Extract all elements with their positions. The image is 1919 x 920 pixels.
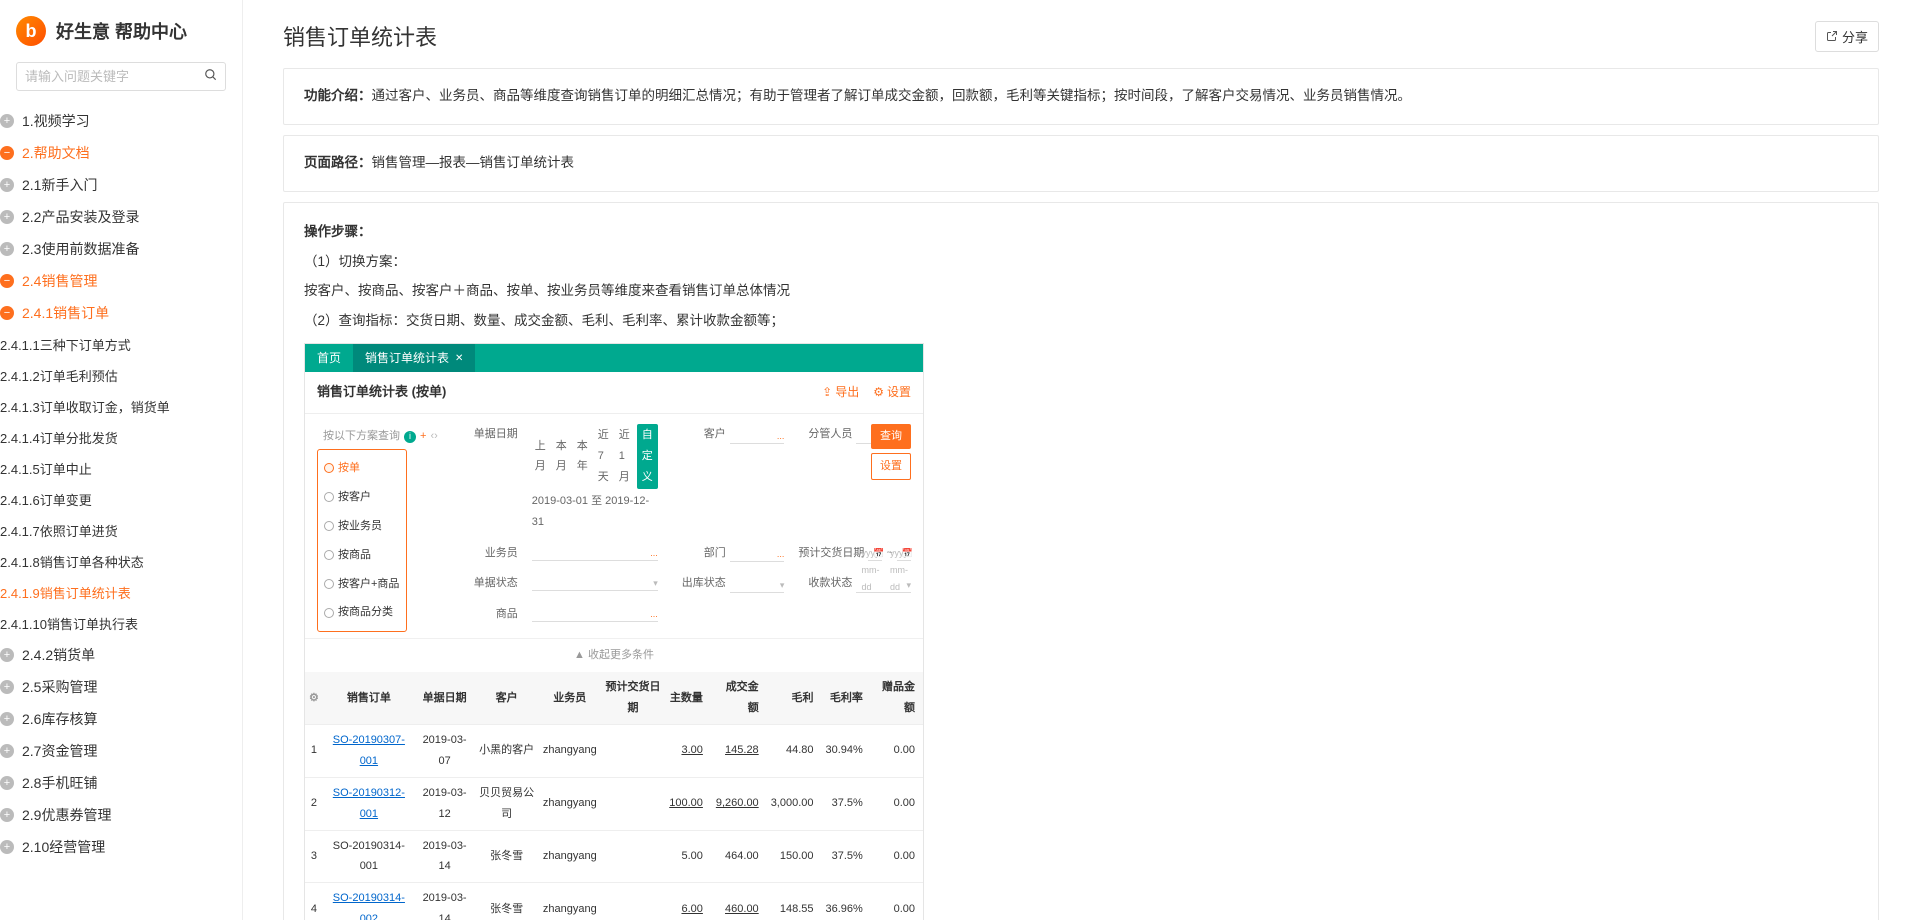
gear-icon: ⚙ [305,672,323,724]
goods-input: ... [532,604,658,622]
app-logo-icon: b [16,16,46,46]
nav-2-2[interactable]: +2.2产品安装及登录 [0,201,242,233]
collapse-icon[interactable]: − [0,274,14,288]
expand-icon[interactable]: + [0,840,14,854]
customer-input: ... [730,426,785,444]
expand-icon[interactable]: + [0,178,14,192]
expand-icon[interactable]: + [0,744,14,758]
outstatus-input: ▾ [730,575,785,593]
nav-2-4[interactable]: −2.4销售管理 [0,265,242,297]
nav-2-3[interactable]: +2.3使用前数据准备 [0,233,242,265]
collapse-bar: ▲ 收起更多条件 [305,638,923,672]
nav-2-10[interactable]: +2.10经营管理 [0,831,242,863]
expand-icon[interactable]: + [0,114,14,128]
main-content: 销售订单统计表 分享 功能介绍：通过客户、业务员、商品等维度查询销售订单的明细汇… [243,0,1919,920]
expand-icon[interactable]: + [0,680,14,694]
expand-icon[interactable]: + [0,712,14,726]
filter-label: 单据日期 [464,424,518,445]
search-box [16,62,226,91]
nav-2-7[interactable]: +2.7资金管理 [0,735,242,767]
nav-2-6[interactable]: +2.6库存核算 [0,703,242,735]
sales-input: ... [532,543,658,561]
sidebar: b 好生意 帮助中心 +1.视频学习 −2.帮助文档 +2.1新手入门 +2.2… [0,0,243,920]
share-button[interactable]: 分享 [1815,21,1879,52]
intro-label: 功能介绍： [304,88,372,103]
nav-2-8[interactable]: +2.8手机旺铺 [0,767,242,799]
scheme-item: 按单 [318,454,406,483]
path-card: 页面路径：销售管理—报表—销售订单统计表 [283,135,1879,192]
nav-leaf[interactable]: 2.4.1.7依照订单进货 [0,515,242,546]
export-link: ⇪导出 [822,380,859,405]
page-title: 销售订单统计表 [283,20,437,52]
scheme-item: 按客户+商品 [318,570,406,599]
status-input: ▾ [532,573,658,591]
intro-card: 功能介绍：通过客户、业务员、商品等维度查询销售订单的明细汇总情况；有助于管理者了… [283,68,1879,125]
steps-label: 操作步骤： [304,219,1858,245]
collapse-icon[interactable]: − [0,306,14,320]
paystatus-input: ▾ [856,575,911,593]
tab-home: 首页 [305,344,353,372]
expand-icon[interactable]: + [0,808,14,822]
nav-2-4-1[interactable]: −2.4.1销售订单 [0,297,242,329]
gear-icon: ⚙ [873,381,884,404]
table-row: 2SO-20190312-0012019-03-12贝贝贸易公司zhangyan… [305,777,923,830]
nav-leaf[interactable]: 2.4.1.5订单中止 [0,453,242,484]
screenshot-1: 首页 销售订单统计表✕ 销售订单统计表 (按单) ⇪导出 ⚙设置 按以下方案查询… [304,343,924,920]
set-button: 设置 [871,453,911,480]
close-icon: ✕ [455,349,463,368]
logo: b 好生意 帮助中心 [0,0,242,54]
nav-video[interactable]: +1.视频学习 [0,105,242,137]
table-row: 4SO-20190314-0022019-03-14张冬雪zhangyang6.… [305,883,923,920]
nav-tree: +1.视频学习 −2.帮助文档 +2.1新手入门 +2.2产品安装及登录 +2.… [0,105,242,863]
nav-leaf-current[interactable]: 2.4.1.9销售订单统计表 [0,577,242,608]
steps-block: 操作步骤： （1）切换方案： 按客户、按商品、按客户＋商品、按单、按业务员等维度… [283,202,1879,920]
expand-icon[interactable]: + [0,648,14,662]
scheme-item: 按商品分类 [318,598,406,627]
scheme-item: 按客户 [318,483,406,512]
step2: （2）查询指标：交货日期、数量、成交金额、毛利、毛利率、累计收款金额等； [304,308,1858,334]
collapse-icon[interactable]: − [0,146,14,160]
date-filter: 上月 本月 本年 近7天 近1月 自定义 2019-03-01 至 2019-1… [532,424,658,532]
scheme-item: 按业务员 [318,512,406,541]
settings-link: ⚙设置 [873,380,911,405]
path-text: 销售管理—报表—销售订单统计表 [372,155,575,170]
info-icon: i [404,431,416,443]
intro-text: 通过客户、业务员、商品等维度查询销售订单的明细汇总情况；有助于管理者了解订单成交… [372,88,1412,103]
nav-leaf[interactable]: 2.4.1.3订单收取订金，销货单 [0,391,242,422]
expand-icon[interactable]: + [0,242,14,256]
data-table: ⚙ 销售订单 单据日期 客户 业务员 预计交货日期 主数量 成交金额 毛利 毛利… [305,672,923,920]
search-icon[interactable] [204,68,218,85]
nav-leaf[interactable]: 2.4.1.4订单分批发货 [0,422,242,453]
nav-leaf[interactable]: 2.4.1.6订单变更 [0,484,242,515]
nav-leaf[interactable]: 2.4.1.8销售订单各种状态 [0,546,242,577]
nav-2-9[interactable]: +2.9优惠券管理 [0,799,242,831]
scheme-box: 按单 按客户 按业务员 按商品 按客户+商品 按商品分类 [317,449,407,632]
share-icon [1826,30,1838,42]
nav-leaf[interactable]: 2.4.1.10销售订单执行表 [0,608,242,639]
export-icon: ⇪ [822,381,832,404]
tab-stats: 销售订单统计表✕ [353,344,475,372]
nav-2-4-2[interactable]: +2.4.2销货单 [0,639,242,671]
nav-2-1[interactable]: +2.1新手入门 [0,169,242,201]
nav-leaf[interactable]: 2.4.1.2订单毛利预估 [0,360,242,391]
nav-leaf[interactable]: 2.4.1.1三种下订单方式 [0,329,242,360]
query-button: 查询 [871,424,911,449]
expand-icon[interactable]: + [0,776,14,790]
expand-icon[interactable]: + [0,210,14,224]
search-input[interactable] [16,62,226,91]
path-label: 页面路径： [304,155,372,170]
scheme-item: 按商品 [318,541,406,570]
scheme-header: 按以下方案查询i+‹› [317,424,444,449]
table-row: 3SO-20190314-0012019-03-14张冬雪zhangyang5.… [305,830,923,883]
nav-2-5[interactable]: +2.5采购管理 [0,671,242,703]
step1-text: 按客户、按商品、按客户＋商品、按单、按业务员等维度来查看销售订单总体情况 [304,278,1858,304]
step1-label: （1）切换方案： [304,249,1858,275]
nav-help-docs[interactable]: −2.帮助文档 [0,137,242,169]
app-title: 好生意 帮助中心 [56,18,187,44]
table-row: 1SO-20190307-0012019-03-07小黑的客户zhangyang… [305,725,923,778]
dept-input: ... [730,544,785,562]
shot-title: 销售订单统计表 (按单) [317,380,446,405]
